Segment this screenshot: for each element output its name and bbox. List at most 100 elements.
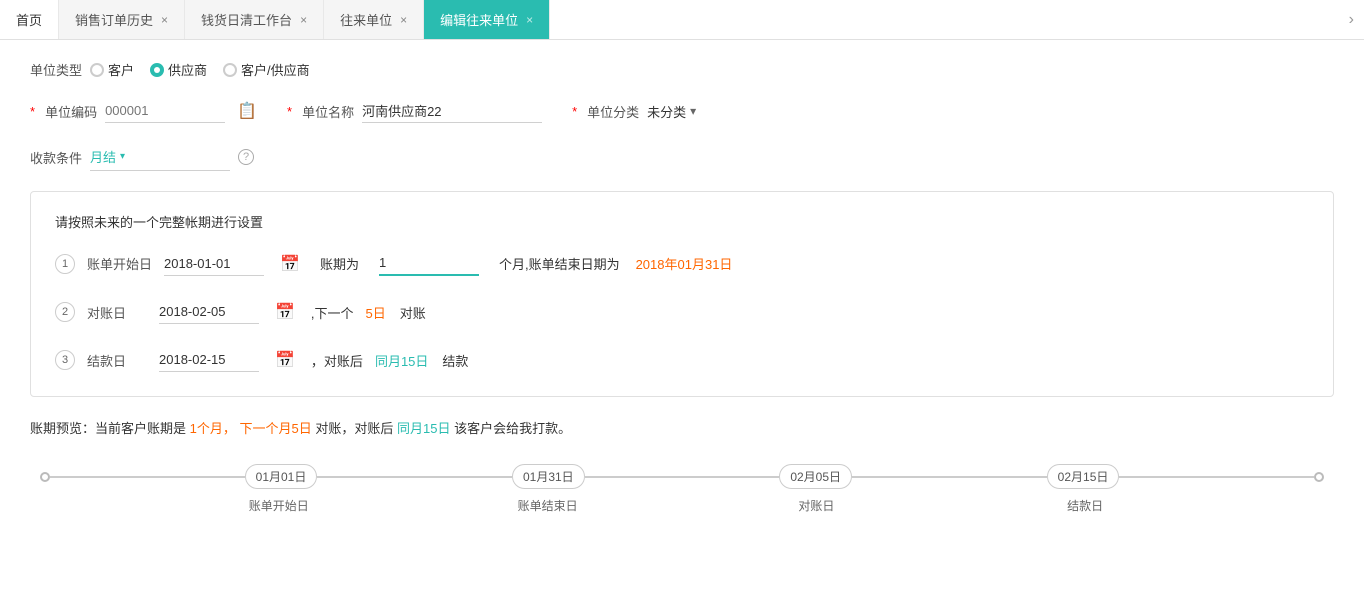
preview-part1: 1个月，	[190, 421, 236, 436]
name-required: *	[287, 104, 292, 119]
unit-type-label: 单位类型	[30, 60, 82, 79]
setting-row-2: 2 对账日 📅 ,下一个 5日 对账	[55, 300, 1309, 324]
radio-circle-supplier	[150, 63, 164, 77]
end-date-highlight: 2018年01月31日	[636, 254, 733, 273]
preview-part2: 下一个月5日	[240, 421, 312, 436]
tl-line-3	[585, 476, 780, 478]
close-partner[interactable]: ×	[400, 13, 407, 27]
unit-type-radio-group: 客户 供应商 客户/供应商	[90, 60, 310, 79]
name-label: 单位名称	[302, 102, 354, 121]
tl-box-4: 02月15日	[1047, 464, 1120, 489]
field-label-3: 结款日	[87, 351, 147, 370]
tab-partner[interactable]: 往来单位 ×	[324, 0, 424, 39]
timeline-section: 01月01日 01月31日 02月05日 02月15日	[30, 464, 1334, 514]
radio-circle-customer	[90, 63, 104, 77]
tab-arrow[interactable]: ›	[1339, 11, 1364, 29]
payment-row: 收款条件 月结 ▾ ?	[30, 143, 1334, 171]
category-dropdown[interactable]: 未分类 ▾	[647, 102, 767, 121]
tl-box-3: 02月05日	[779, 464, 852, 489]
radio-supplier-label: 供应商	[168, 60, 207, 79]
tab-sales-history[interactable]: 销售订单历史 ×	[59, 0, 185, 39]
close-edit-partner[interactable]: ×	[526, 13, 533, 27]
setting-row-1: 1 账单开始日 📅 账期为 个月,账单结束日期为 2018年01月31日	[55, 251, 1309, 276]
tl-label-4: 结款日	[1067, 497, 1103, 514]
tl-line-5	[1119, 476, 1314, 478]
radio-circle-both	[223, 63, 237, 77]
payment-help-icon[interactable]: ?	[238, 149, 254, 165]
payment-label: 收款条件	[30, 148, 82, 167]
tl-line-4	[852, 476, 1047, 478]
setting-row-3: 3 结款日 📅 ，对账后 同月15日 结款	[55, 348, 1309, 372]
code-label: 单位编码	[45, 102, 97, 121]
tl-end-dot	[1314, 472, 1324, 482]
highlight-2: 5日	[366, 303, 386, 322]
radio-both[interactable]: 客户/供应商	[223, 60, 310, 79]
suffix-after-1: 个月,账单结束日期为	[499, 254, 620, 273]
tab-bar: 首页 销售订单历史 × 钱货日清工作台 × 往来单位 × 编辑往来单位 × ›	[0, 0, 1364, 40]
suffix-3b: 结款	[442, 351, 468, 370]
unit-type-group: 单位类型 客户 供应商 客户/供应商	[30, 60, 310, 79]
row-num-2: 2	[55, 302, 75, 322]
tl-label-1: 账单开始日	[249, 497, 309, 514]
tl-box-1: 01月01日	[245, 464, 318, 489]
radio-both-label: 客户/供应商	[241, 60, 310, 79]
tab-home[interactable]: 首页	[0, 0, 59, 39]
cal-icon-3[interactable]: 📅	[275, 350, 295, 370]
code-name-row: * 单位编码 📋 * 单位名称 * 单位分类 未分类 ▾	[30, 99, 1334, 123]
payment-value: 月结	[90, 147, 116, 166]
months-input[interactable]	[379, 251, 479, 276]
tl-line-1	[50, 476, 245, 478]
tl-node-1: 01月01日	[245, 464, 318, 489]
preview-middle: 对账，对账后	[315, 421, 393, 436]
code-input[interactable]	[105, 99, 225, 123]
code-required: *	[30, 104, 35, 119]
close-cashier[interactable]: ×	[300, 13, 307, 27]
cat-required: *	[572, 104, 577, 119]
date-input-2[interactable]	[159, 300, 259, 324]
payment-select[interactable]: 月结 ▾	[90, 143, 230, 171]
tab-home-label: 首页	[16, 10, 42, 29]
code-calendar-icon[interactable]: 📋	[237, 101, 257, 121]
payment-group: 收款条件 月结 ▾ ?	[30, 143, 254, 171]
suffix-before-1: 账期为	[320, 254, 359, 273]
tl-node-4: 02月15日	[1047, 464, 1120, 489]
category-group: * 单位分类 未分类 ▾	[572, 102, 767, 121]
close-sales-history[interactable]: ×	[161, 13, 168, 27]
tab-sales-history-label: 销售订单历史	[75, 10, 153, 29]
tab-edit-partner-label: 编辑往来单位	[440, 10, 518, 29]
tab-cashier[interactable]: 钱货日清工作台 ×	[185, 0, 324, 39]
payment-chevron: ▾	[120, 151, 125, 162]
tl-box-2: 01月31日	[512, 464, 585, 489]
field-label-2: 对账日	[87, 303, 147, 322]
tl-label-2: 账单结束日	[518, 497, 578, 514]
settings-box: 请按照未来的一个完整帐期进行设置 1 账单开始日 📅 账期为 个月,账单结束日期…	[30, 191, 1334, 397]
settings-title: 请按照未来的一个完整帐期进行设置	[55, 212, 1309, 231]
category-chevron: ▾	[690, 104, 696, 118]
suffix-2b: 对账	[400, 303, 426, 322]
tl-line-2	[317, 476, 512, 478]
tab-edit-partner[interactable]: 编辑往来单位 ×	[424, 0, 550, 39]
field-label-1: 账单开始日	[87, 254, 152, 273]
tl-node-3: 02月05日	[779, 464, 852, 489]
tab-partner-label: 往来单位	[340, 10, 392, 29]
tl-label-3: 对账日	[798, 497, 834, 514]
name-input[interactable]	[362, 99, 542, 123]
date-input-1[interactable]	[164, 252, 264, 276]
tl-node-2: 01月31日	[512, 464, 585, 489]
timeline-labels-row: 账单开始日 账单结束日 对账日 结款日	[40, 497, 1324, 514]
radio-customer[interactable]: 客户	[90, 60, 134, 79]
suffix-3a: ，对账后	[311, 351, 363, 370]
preview-prefix: 账期预览：当前客户账期是	[30, 421, 186, 436]
preview-text: 账期预览：当前客户账期是 1个月， 下一个月5日 对账，对账后 同月15日 该客…	[30, 417, 1334, 440]
preview-part3: 同月15日	[397, 421, 450, 436]
radio-supplier[interactable]: 供应商	[150, 60, 207, 79]
unit-type-row: 单位类型 客户 供应商 客户/供应商	[30, 60, 1334, 79]
date-input-3[interactable]	[159, 348, 259, 372]
row-num-1: 1	[55, 254, 75, 274]
cal-icon-1[interactable]: 📅	[280, 254, 300, 274]
code-group: * 单位编码 📋	[30, 99, 257, 123]
preview-suffix: 该客户会给我打款。	[454, 421, 571, 436]
cal-icon-2[interactable]: 📅	[275, 302, 295, 322]
radio-customer-label: 客户	[108, 60, 134, 79]
name-group: * 单位名称	[287, 99, 542, 123]
